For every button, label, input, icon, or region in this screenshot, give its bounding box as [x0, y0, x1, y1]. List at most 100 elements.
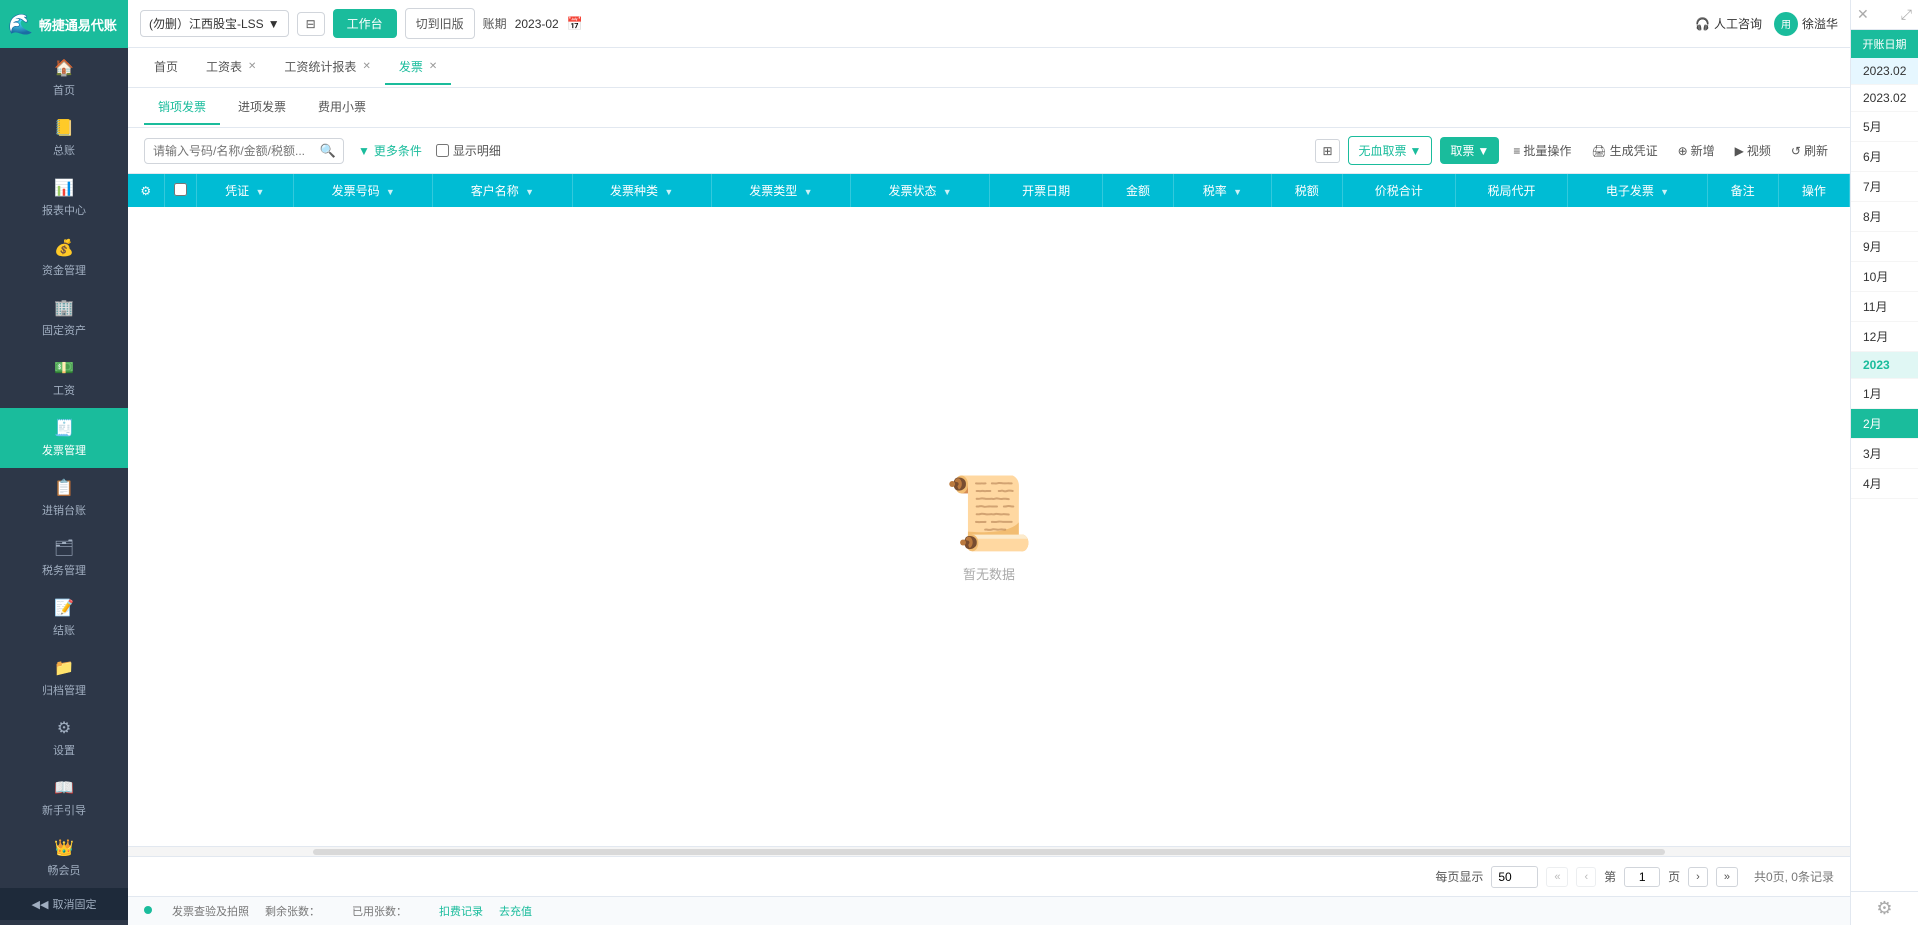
sub-tab-outgoing[interactable]: 销项发票 [144, 90, 220, 125]
date-panel-bottom: ⚙ [1851, 891, 1918, 925]
th-checkbox[interactable] [164, 174, 196, 207]
deduct-record-link[interactable]: 扣费记录 [439, 903, 483, 919]
sidebar-item-reports[interactable]: 📊 报表中心 [0, 168, 128, 228]
date-item-12[interactable]: 12月 [1851, 322, 1918, 352]
take-btn[interactable]: 取票 ▼ [1440, 137, 1499, 164]
date-item-6[interactable]: 6月 [1851, 142, 1918, 172]
sidebar-item-funds[interactable]: 💰 资金管理 [0, 228, 128, 288]
sub-tab-incoming[interactable]: 进项发票 [224, 90, 300, 125]
filter-btn[interactable]: ▼ 更多条件 [352, 138, 428, 163]
date-item-3[interactable]: 3月 [1851, 439, 1918, 469]
page-size-select[interactable]: 50 20 100 [1491, 866, 1538, 888]
th-tax-rate: 税率 ▼ [1174, 174, 1272, 207]
service-label: 人工咨询 [1714, 15, 1762, 32]
tab-invoice[interactable]: 发票 ✕ [385, 50, 451, 85]
video-btn[interactable]: ▶ 视频 [1729, 138, 1777, 163]
invoice-no-filter-icon[interactable]: ▼ [386, 187, 395, 197]
right-panel-expand-btn[interactable]: ⤢ [1901, 6, 1912, 23]
sidebar-item-sales-ledger[interactable]: 📋 进销台账 [0, 468, 128, 528]
no-tax-btn[interactable]: 无血取票 ▼ [1348, 136, 1433, 165]
new-btn[interactable]: ⊕ 新增 [1672, 138, 1721, 163]
th-invoice-status: 发票状态 ▼ [850, 174, 989, 207]
tab-invoice-close[interactable]: ✕ [429, 61, 437, 72]
date-item-10[interactable]: 10月 [1851, 262, 1918, 292]
date-item-1[interactable]: 1月 [1851, 379, 1918, 409]
tab-salary-report[interactable]: 工资统计报表 ✕ [270, 50, 384, 85]
page-input[interactable] [1624, 867, 1660, 887]
sidebar-item-close-accounts[interactable]: 📝 结账 [0, 588, 128, 648]
show-detail-checkbox[interactable] [436, 144, 449, 157]
copy-icon-btn[interactable]: ⊟ [297, 12, 325, 36]
sidebar-item-guide[interactable]: 📖 新手引导 [0, 768, 128, 828]
voucher-filter-icon[interactable]: ▼ [256, 187, 265, 197]
prev-page-btn[interactable]: ‹ [1576, 867, 1596, 887]
page-label: 第 [1604, 868, 1616, 885]
open-period-btn[interactable]: 开账日期 [1851, 30, 1918, 58]
th-voucher: 凭证 ▼ [196, 174, 294, 207]
archive-icon: 📁 [54, 658, 74, 678]
sidebar-item-settings[interactable]: ⚙ 设置 [0, 708, 128, 768]
recharge-link[interactable]: 去充值 [499, 903, 532, 919]
invoice-status-filter-icon[interactable]: ▼ [943, 187, 952, 197]
date-item-4[interactable]: 4月 [1851, 469, 1918, 499]
select-all-checkbox[interactable] [174, 183, 187, 196]
date-item-11[interactable]: 11月 [1851, 292, 1918, 322]
sub-tab-expense[interactable]: 费用小票 [304, 90, 380, 125]
date-item-5[interactable]: 5月 [1851, 112, 1918, 142]
sidebar-item-membership[interactable]: 👑 畅会员 [0, 828, 128, 888]
workspace-button[interactable]: 工作台 [333, 9, 397, 38]
grid-view-btn[interactable]: ⊞ [1315, 139, 1339, 163]
sidebar-collapse-btn[interactable]: ◀◀ 取消固定 [0, 888, 128, 920]
refresh-btn[interactable]: ↺ 刷新 [1785, 138, 1834, 163]
period-label: 账期 [483, 15, 507, 32]
sidebar-item-home[interactable]: 🏠 首页 [0, 48, 128, 108]
user-menu[interactable]: 用 徐溢华 [1774, 12, 1838, 36]
tab-salary-report-close[interactable]: ✕ [362, 61, 370, 72]
horizontal-scrollbar[interactable] [128, 846, 1850, 856]
batch-ops-label: 批量操作 [1523, 142, 1571, 159]
new-icon: ⊕ [1678, 144, 1688, 158]
sidebar-item-tax[interactable]: 🗂 税务管理 [0, 528, 128, 588]
tab-home[interactable]: 首页 [140, 50, 192, 85]
last-page-btn[interactable]: » [1716, 867, 1738, 887]
next-page-btn[interactable]: › [1688, 867, 1708, 887]
content-area: 销项发票 进项发票 费用小票 🔍 ▼ 更多条件 [128, 88, 1850, 925]
settings-icon: ⚙ [57, 718, 71, 738]
switch-old-btn[interactable]: 切到旧版 [405, 8, 475, 39]
date-item-8[interactable]: 8月 [1851, 202, 1918, 232]
date-item-label: 2023.02 [1863, 64, 1906, 78]
tax-rate-filter-icon[interactable]: ▼ [1233, 187, 1242, 197]
date-item-9[interactable]: 9月 [1851, 232, 1918, 262]
show-detail-checkbox-wrap[interactable]: 显示明细 [436, 142, 501, 159]
sidebar-item-ledger[interactable]: 📒 总账 [0, 108, 128, 168]
batch-ops-btn[interactable]: ≡ 批量操作 [1507, 138, 1577, 163]
customer-filter-icon[interactable]: ▼ [525, 187, 534, 197]
sidebar-item-archive[interactable]: 📁 归档管理 [0, 648, 128, 708]
user-name: 徐溢华 [1802, 15, 1838, 32]
sidebar-item-invoice[interactable]: 🧾 发票管理 [0, 408, 128, 468]
date-item-2023-02-top[interactable]: 2023.02 [1851, 58, 1918, 85]
generate-voucher-btn[interactable]: 🖨 生成凭证 [1585, 138, 1663, 163]
batch-ops-icon: ≡ [1513, 144, 1520, 158]
sidebar-item-assets[interactable]: 🏢 固定资产 [0, 288, 128, 348]
sidebar: 🌊 畅捷通易代账 🏠 首页 📒 总账 📊 报表中心 💰 资金管理 🏢 固定资产 … [0, 0, 128, 925]
first-page-btn[interactable]: « [1546, 867, 1568, 887]
search-input[interactable] [144, 138, 344, 164]
tab-salary-close[interactable]: ✕ [248, 61, 256, 72]
date-item-year-2023[interactable]: 2023 [1851, 352, 1918, 379]
tab-salary[interactable]: 工资表 ✕ [192, 50, 270, 85]
invoice-type-filter-icon[interactable]: ▼ [664, 187, 673, 197]
sidebar-item-label: 首页 [53, 82, 75, 98]
th-tax: 税额 [1271, 174, 1342, 207]
right-panel-close-btn[interactable]: ✕ [1857, 6, 1869, 23]
service-btn[interactable]: 🎧 人工咨询 [1695, 15, 1762, 32]
date-item-2[interactable]: 2月 [1851, 409, 1918, 439]
date-item-2023-02-second[interactable]: 2023.02 [1851, 85, 1918, 112]
date-item-7[interactable]: 7月 [1851, 172, 1918, 202]
electronic-filter-icon[interactable]: ▼ [1660, 187, 1669, 197]
video-label: 视频 [1747, 142, 1771, 159]
settings-bottom-icon[interactable]: ⚙ [1876, 898, 1892, 919]
company-selector[interactable]: (勿删）江西股宝-LSS ▼ [140, 10, 289, 37]
invoice-category-filter-icon[interactable]: ▼ [804, 187, 813, 197]
sidebar-item-salary[interactable]: 💵 工资 [0, 348, 128, 408]
